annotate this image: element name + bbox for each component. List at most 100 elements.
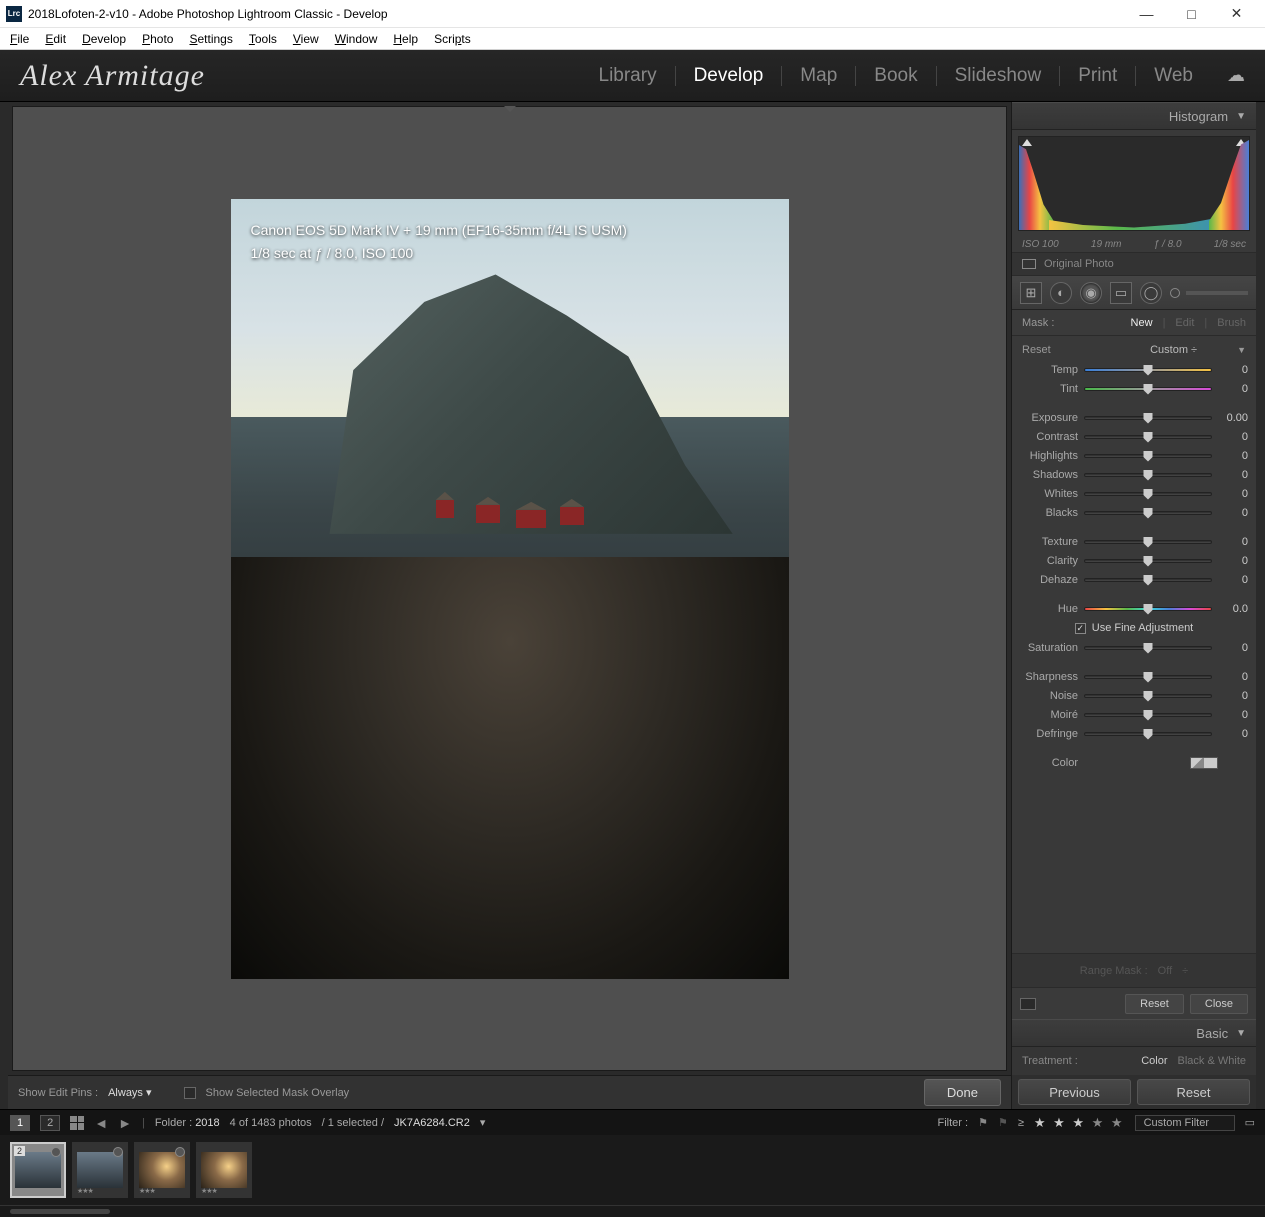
edit-pins-label: Show Edit Pins : [18,1087,98,1099]
mask-new[interactable]: New [1131,317,1153,329]
thumbnail-3[interactable]: ★★★ [134,1142,190,1198]
done-button[interactable]: Done [924,1079,1001,1106]
filename: JK7A6284.CR2 [394,1117,470,1129]
range-mask-row[interactable]: Range Mask :Off÷ [1012,953,1256,987]
thumbnail-4[interactable]: ★★★ [196,1142,252,1198]
brush-size-slider[interactable] [1170,288,1248,298]
menu-view[interactable]: View [287,30,325,48]
close-button[interactable]: ✕ [1214,1,1259,27]
menu-bar: File Edit Develop Photo Settings Tools V… [0,28,1265,50]
nav-forward-icon[interactable]: ► [118,1115,132,1131]
clarity-slider[interactable]: Clarity0 [1012,551,1256,570]
effect-preset-dropdown[interactable]: Custom ÷ [1150,344,1197,356]
whites-slider[interactable]: Whites0 [1012,484,1256,503]
color-picker-row[interactable]: Color [1012,753,1256,773]
treatment-bw[interactable]: Black & White [1178,1055,1246,1067]
radial-filter-tool[interactable]: ◯ [1140,282,1162,304]
thumbnail-2[interactable]: ★★★ [72,1142,128,1198]
tab-map[interactable]: Map [782,65,855,87]
edit-pins-dropdown[interactable]: Always ▾ [108,1086,151,1099]
menu-help[interactable]: Help [387,30,424,48]
toolbar-toggle-icon[interactable] [504,106,516,112]
tab-slideshow[interactable]: Slideshow [937,65,1060,87]
image-canvas[interactable]: Canon EOS 5D Mark IV + 19 mm (EF16-35mm … [12,106,1007,1071]
main-window-button[interactable]: 1 [10,1115,30,1131]
texture-slider[interactable]: Texture0 [1012,532,1256,551]
nav-back-icon[interactable]: ◄ [94,1115,108,1131]
panel-switch[interactable] [1020,998,1036,1010]
mask-edit[interactable]: Edit [1175,317,1194,329]
menu-develop[interactable]: Develop [76,30,132,48]
fine-adjustment-row[interactable]: ✓Use Fine Adjustment [1012,618,1256,638]
app-icon: Lrc [6,6,22,22]
flag-rejected-icon[interactable]: ⚑ [998,1116,1008,1129]
folder-label: Folder : 2018 [155,1117,220,1129]
dehaze-slider[interactable]: Dehaze0 [1012,570,1256,589]
highlights-slider[interactable]: Highlights0 [1012,446,1256,465]
rating-filter[interactable]: ★ ★ ★ ★ ★ [1034,1115,1125,1131]
exposure-slider[interactable]: Exposure0.00 [1012,408,1256,427]
hue-slider[interactable]: Hue0.0 [1012,599,1256,618]
blacks-slider[interactable]: Blacks0 [1012,503,1256,522]
right-edge[interactable] [1256,102,1265,1109]
contrast-slider[interactable]: Contrast0 [1012,427,1256,446]
fine-adjustment-checkbox[interactable]: ✓ [1075,623,1086,634]
original-photo-row[interactable]: Original Photo [1012,252,1256,276]
tab-library[interactable]: Library [581,65,675,87]
treatment-color[interactable]: Color [1141,1055,1167,1067]
menu-tools[interactable]: Tools [243,30,283,48]
defringe-slider[interactable]: Defringe0 [1012,724,1256,743]
histogram-header[interactable]: Histogram▼ [1012,102,1256,130]
color-swatch[interactable] [1190,757,1218,769]
shadow-clipping-icon[interactable] [1022,139,1032,146]
tab-develop[interactable]: Develop [676,65,782,87]
custom-filter-dropdown[interactable]: Custom Filter [1135,1115,1235,1131]
menu-settings[interactable]: Settings [183,30,238,48]
tab-book[interactable]: Book [856,65,935,87]
shadows-slider[interactable]: Shadows0 [1012,465,1256,484]
histogram-display[interactable] [1018,136,1250,231]
panel-close-button[interactable]: Close [1190,994,1248,1014]
panel-disclosure-icon[interactable]: ▼ [1237,345,1246,355]
filmstrip-scrollbar[interactable] [0,1205,1265,1217]
flag-picked-icon[interactable]: ⚑ [978,1116,988,1129]
mask-brush[interactable]: Brush [1217,317,1246,329]
window-titlebar: Lrc 2018Lofoten-2-v10 - Adobe Photoshop … [0,0,1265,28]
panel-reset-button[interactable]: Reset [1125,994,1184,1014]
menu-edit[interactable]: Edit [39,30,72,48]
saturation-slider[interactable]: Saturation0 [1012,638,1256,657]
filename-dropdown-icon[interactable]: ▾ [480,1116,486,1129]
redeye-tool[interactable]: ◉ [1080,282,1102,304]
menu-scripts[interactable]: Scripts [428,30,477,48]
original-icon [1022,259,1036,269]
spot-removal-tool[interactable]: ◐ [1050,282,1072,304]
tint-slider[interactable]: Tint0 [1012,379,1256,398]
menu-photo[interactable]: Photo [136,30,179,48]
minimize-button[interactable]: — [1124,1,1169,27]
sharpness-slider[interactable]: Sharpness0 [1012,667,1256,686]
tab-web[interactable]: Web [1136,65,1211,87]
temp-slider[interactable]: Temp0 [1012,360,1256,379]
grid-view-icon[interactable] [70,1116,84,1130]
filter-lock-icon[interactable]: ▭ [1245,1116,1255,1129]
filmstrip[interactable]: 2★★★ ★★★ ★★★ ★★★ [0,1135,1265,1205]
second-window-button[interactable]: 2 [40,1115,60,1131]
graduated-filter-tool[interactable]: ▭ [1110,282,1132,304]
crop-tool[interactable]: ⊞ [1020,282,1042,304]
mask-overlay-checkbox[interactable] [184,1087,196,1099]
basic-panel-header[interactable]: Basic▼ [1012,1019,1256,1047]
menu-window[interactable]: Window [329,30,384,48]
menu-file[interactable]: File [4,30,35,48]
moire-slider[interactable]: Moiré0 [1012,705,1256,724]
cloud-sync-icon[interactable]: ☁ [1227,65,1245,86]
rating-ge[interactable]: ≥ [1018,1117,1024,1129]
thumbnail-1[interactable]: 2★★★ [10,1142,66,1198]
reset-button[interactable]: Reset [1137,1079,1250,1105]
previous-button[interactable]: Previous [1018,1079,1131,1105]
tab-print[interactable]: Print [1060,65,1135,87]
preview-image[interactable]: Canon EOS 5D Mark IV + 19 mm (EF16-35mm … [231,199,789,979]
effect-reset[interactable]: Reset [1022,344,1150,356]
maximize-button[interactable]: □ [1169,1,1214,27]
left-panel-collapsed[interactable] [0,102,8,1109]
noise-slider[interactable]: Noise0 [1012,686,1256,705]
